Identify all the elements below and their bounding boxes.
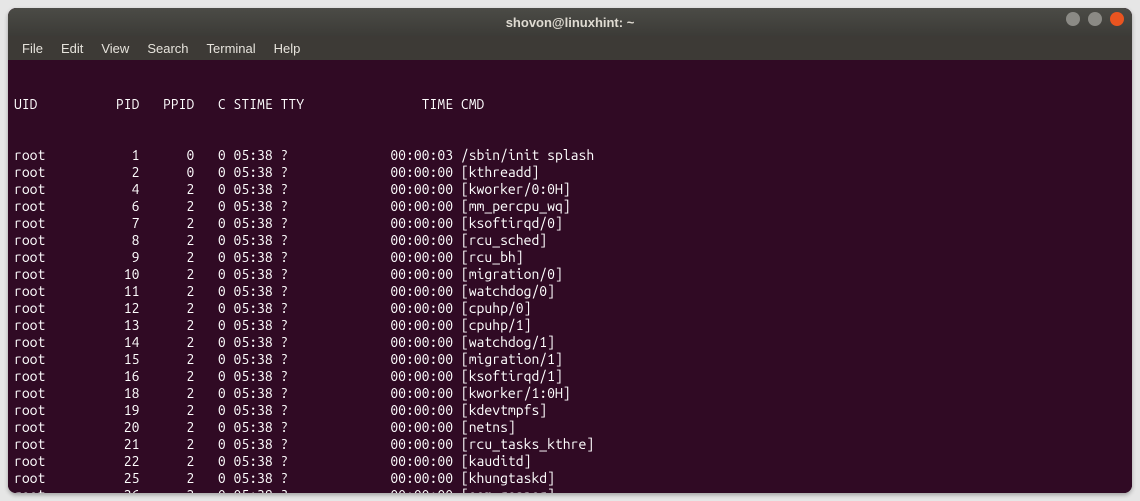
process-row: root 6 2 0 05:38 ? 00:00:00 [mm_percpu_w… — [14, 198, 1126, 215]
process-row: root 15 2 0 05:38 ? 00:00:00 [migration/… — [14, 351, 1126, 368]
process-row: root 25 2 0 05:38 ? 00:00:00 [khungtaskd… — [14, 470, 1126, 487]
process-row: root 13 2 0 05:38 ? 00:00:00 [cpuhp/1] — [14, 317, 1126, 334]
close-icon[interactable] — [1110, 12, 1124, 26]
process-row: root 16 2 0 05:38 ? 00:00:00 [ksoftirqd/… — [14, 368, 1126, 385]
process-row: root 11 2 0 05:38 ? 00:00:00 [watchdog/0… — [14, 283, 1126, 300]
process-row: root 14 2 0 05:38 ? 00:00:00 [watchdog/1… — [14, 334, 1126, 351]
process-row: root 2 0 0 05:38 ? 00:00:00 [kthreadd] — [14, 164, 1126, 181]
process-row: root 22 2 0 05:38 ? 00:00:00 [kauditd] — [14, 453, 1126, 470]
minimize-icon[interactable] — [1066, 12, 1080, 26]
process-row: root 9 2 0 05:38 ? 00:00:00 [rcu_bh] — [14, 249, 1126, 266]
menu-edit[interactable]: Edit — [53, 39, 91, 58]
process-row: root 21 2 0 05:38 ? 00:00:00 [rcu_tasks_… — [14, 436, 1126, 453]
window-controls — [1066, 12, 1124, 26]
process-row: root 10 2 0 05:38 ? 00:00:00 [migration/… — [14, 266, 1126, 283]
maximize-icon[interactable] — [1088, 12, 1102, 26]
menu-view[interactable]: View — [93, 39, 137, 58]
menu-search[interactable]: Search — [139, 39, 196, 58]
process-list: root 1 0 0 05:38 ? 00:00:03 /sbin/init s… — [14, 147, 1126, 493]
column-header-row: UID PID PPID C STIME TTY TIME CMD — [14, 96, 1126, 113]
process-row: root 20 2 0 05:38 ? 00:00:00 [netns] — [14, 419, 1126, 436]
menu-terminal[interactable]: Terminal — [199, 39, 264, 58]
process-row: root 18 2 0 05:38 ? 00:00:00 [kworker/1:… — [14, 385, 1126, 402]
terminal-window: shovon@linuxhint: ~ File Edit View Searc… — [8, 8, 1132, 493]
process-row: root 26 2 0 05:38 ? 00:00:00 [oom_reaper… — [14, 487, 1126, 493]
process-row: root 1 0 0 05:38 ? 00:00:03 /sbin/init s… — [14, 147, 1126, 164]
terminal-output[interactable]: UID PID PPID C STIME TTY TIME CMD root 1… — [8, 60, 1132, 493]
window-title: shovon@linuxhint: ~ — [506, 15, 635, 30]
process-row: root 19 2 0 05:38 ? 00:00:00 [kdevtmpfs] — [14, 402, 1126, 419]
titlebar[interactable]: shovon@linuxhint: ~ — [8, 8, 1132, 36]
process-row: root 4 2 0 05:38 ? 00:00:00 [kworker/0:0… — [14, 181, 1126, 198]
menu-help[interactable]: Help — [266, 39, 309, 58]
process-row: root 12 2 0 05:38 ? 00:00:00 [cpuhp/0] — [14, 300, 1126, 317]
process-row: root 8 2 0 05:38 ? 00:00:00 [rcu_sched] — [14, 232, 1126, 249]
menubar: File Edit View Search Terminal Help — [8, 36, 1132, 60]
process-row: root 7 2 0 05:38 ? 00:00:00 [ksoftirqd/0… — [14, 215, 1126, 232]
menu-file[interactable]: File — [14, 39, 51, 58]
